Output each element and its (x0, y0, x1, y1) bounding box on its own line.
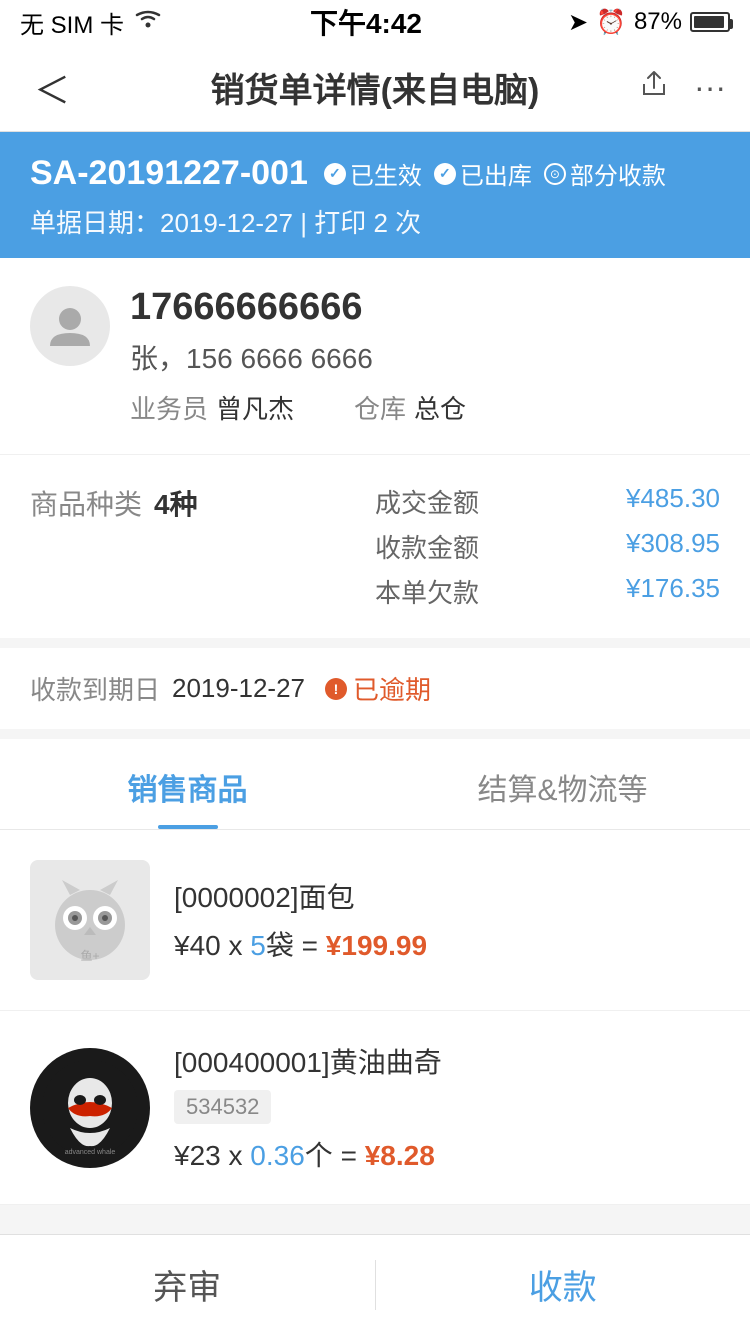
owed-label: 本单欠款 (375, 573, 479, 610)
header-band-top: SA-20191227-001 ✓ 已生效 ✓ 已出库 ⊙ 部分收款 (30, 154, 720, 193)
location-icon: ➤ (568, 8, 588, 37)
product-name-1: [0000002]面包 (174, 876, 720, 916)
header-band: SA-20191227-001 ✓ 已生效 ✓ 已出库 ⊙ 部分收款 单据日期：… (0, 132, 750, 258)
product-thumbnail-1: 鱼+ (30, 860, 150, 980)
clock-icon: ⊙ (544, 163, 566, 185)
tabs-section: 销售商品 结算&物流等 (0, 739, 750, 830)
due-label: 收款到期日 (30, 670, 160, 707)
customer-meta: 业务员 曾凡杰 仓库 总仓 (130, 389, 720, 426)
bottom-bar: 弃审 收款 (0, 1234, 750, 1334)
status-badges: ✓ 已生效 ✓ 已出库 ⊙ 部分收款 (324, 156, 666, 191)
product-name-2: [000400001]黄油曲奇 (174, 1041, 720, 1081)
avatar (30, 286, 110, 366)
carrier-text: 无 SIM 卡 (20, 5, 124, 40)
overdue-icon: ! (325, 678, 347, 700)
product-type-label: 商品种类 (30, 483, 142, 523)
alarm-icon: ⏰ (596, 8, 626, 37)
amount-row: 成交金额 ¥485.30 (375, 483, 720, 520)
product-tag-2: 534532 (174, 1090, 271, 1124)
confirm-button[interactable]: 收款 (376, 1240, 750, 1329)
check-icon-1: ✓ (324, 163, 346, 185)
overdue-badge: ! 已逾期 (325, 670, 431, 707)
status-bar: 无 SIM 卡 下午4:42 ➤ ⏰ 87% (0, 0, 750, 44)
check-icon-2: ✓ (434, 163, 456, 185)
customer-info: 17666666666 张，156 6666 6666 业务员 曾凡杰 仓库 总… (130, 286, 720, 426)
product-total-1: ¥199.99 (326, 930, 427, 961)
nav-actions: ··· (638, 68, 726, 108)
battery-text: 87% (634, 8, 682, 36)
product-price-1: ¥40 x 5袋 = ¥199.99 (174, 924, 720, 964)
back-button[interactable]: ＜ (24, 52, 80, 124)
tab-sales-product[interactable]: 销售商品 (0, 739, 375, 829)
tab-settlement[interactable]: 结算&物流等 (375, 739, 750, 829)
page-title: 销货单详情(来自电脑) (211, 63, 540, 112)
product-item: 鱼+ [0000002]面包 ¥40 x 5袋 = ¥199.99 (0, 830, 750, 1011)
svg-text:advanced whale: advanced whale (65, 1149, 116, 1156)
cancel-button[interactable]: 弃审 (0, 1240, 375, 1329)
overdue-text: 已逾期 (353, 670, 431, 707)
product-price-2: ¥23 x 0.36个 = ¥8.28 (174, 1134, 720, 1174)
product-details-2: [000400001]黄油曲奇 534532 ¥23 x 0.36个 = ¥8.… (174, 1041, 720, 1174)
battery-icon (690, 12, 730, 32)
warehouse-meta: 仓库 总仓 (354, 389, 466, 426)
stats-left: 商品种类 4种 (30, 483, 375, 523)
customer-section: 17666666666 张，156 6666 6666 业务员 曾凡杰 仓库 总… (0, 258, 750, 455)
sales-meta: 业务员 曾凡杰 (130, 389, 294, 426)
product-thumbnail-2: advanced whale (30, 1048, 150, 1168)
warehouse-name: 总仓 (414, 389, 466, 426)
share-icon[interactable] (638, 68, 670, 108)
nav-bar: ＜ 销货单详情(来自电脑) ··· (0, 44, 750, 132)
product-item-2: advanced whale [000400001]黄油曲奇 534532 ¥2… (0, 1011, 750, 1205)
product-type-row: 商品种类 4种 (30, 483, 375, 523)
badge-effective: ✓ 已生效 (324, 156, 422, 191)
wifi-icon (132, 8, 164, 36)
header-band-bottom: 单据日期：2019-12-27 | 打印 2 次 (30, 203, 720, 240)
product-details-1: [0000002]面包 ¥40 x 5袋 = ¥199.99 (174, 876, 720, 964)
stats-right: 成交金额 ¥485.30 收款金额 ¥308.95 本单欠款 ¥176.35 (375, 483, 720, 610)
amount-label: 成交金额 (375, 483, 479, 520)
product-type-count: 4种 (154, 483, 198, 523)
badge-shipped: ✓ 已出库 (434, 156, 532, 191)
product-total-2: ¥8.28 (365, 1140, 435, 1171)
order-id: SA-20191227-001 (30, 154, 308, 193)
received-row: 收款金额 ¥308.95 (375, 528, 720, 565)
customer-phone: 张，156 6666 6666 (130, 337, 720, 377)
due-section: 收款到期日 2019-12-27 ! 已逾期 (0, 648, 750, 739)
stats-section: 商品种类 4种 成交金额 ¥485.30 收款金额 ¥308.95 本单欠款 ¥… (0, 455, 750, 648)
product-qty-2: 0.36 (250, 1140, 305, 1171)
status-time: 下午4:42 (310, 2, 422, 42)
status-left: 无 SIM 卡 (20, 5, 164, 40)
warehouse-label: 仓库 (354, 389, 406, 426)
owed-value: ¥176.35 (626, 573, 720, 610)
product-list: 鱼+ [0000002]面包 ¥40 x 5袋 = ¥199.99 (0, 830, 750, 1205)
svg-text:鱼+: 鱼+ (80, 949, 99, 963)
badge-partial: ⊙ 部分收款 (544, 156, 666, 191)
customer-name: 17666666666 (130, 286, 720, 329)
amount-value: ¥485.30 (626, 483, 720, 520)
received-value: ¥308.95 (626, 528, 720, 565)
received-label: 收款金额 (375, 528, 479, 565)
sales-name: 曾凡杰 (216, 389, 294, 426)
more-icon[interactable]: ··· (694, 69, 726, 106)
status-right: ➤ ⏰ 87% (568, 8, 730, 37)
product-qty-1: 5 (250, 930, 266, 961)
owed-row: 本单欠款 ¥176.35 (375, 573, 720, 610)
sales-label: 业务员 (130, 389, 208, 426)
due-date: 2019-12-27 (172, 673, 305, 704)
